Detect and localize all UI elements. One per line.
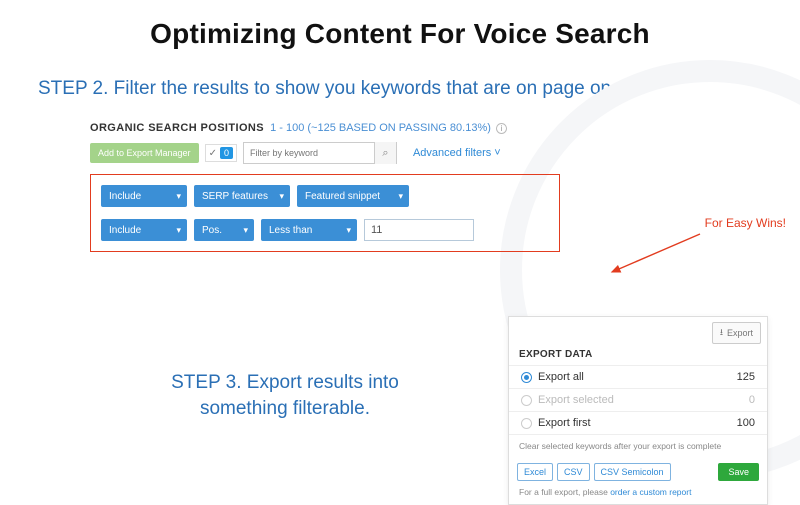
info-icon[interactable]: i xyxy=(496,123,507,134)
format-csv-semicolon-button[interactable]: CSV Semicolon xyxy=(594,463,671,481)
chevron-down-icon: ▾ xyxy=(176,225,181,236)
filter2-value-input[interactable] xyxy=(364,219,474,241)
filter2-mode[interactable]: Include▾ xyxy=(101,219,187,241)
count-badge: 0 xyxy=(220,147,233,159)
select-count-box[interactable]: ✓ 0 xyxy=(205,144,237,162)
export-selected-count: 0 xyxy=(749,394,755,406)
export-all-count: 125 xyxy=(737,371,755,383)
export-actions: Excel CSV CSV Semicolon Save xyxy=(509,458,767,487)
toolbar: Add to Export Manager ✓ 0 ⌕ Advanced fil… xyxy=(90,142,730,164)
export-all-label: Export all xyxy=(538,371,584,383)
filter-keyword-input[interactable] xyxy=(244,148,374,158)
page-title: Optimizing Content For Voice Search xyxy=(0,0,800,50)
add-to-export-button[interactable]: Add to Export Manager xyxy=(90,143,199,163)
filter1-mode[interactable]: Include▾ xyxy=(101,185,187,207)
export-panel: ⭳ Export EXPORT DATA Export all 125 Expo… xyxy=(508,316,768,505)
format-group: Excel CSV CSV Semicolon xyxy=(517,463,671,481)
export-footnote: For a full export, please order a custom… xyxy=(509,487,767,504)
filter-row-2: Include▾ Pos.▾ Less than▾ xyxy=(101,219,549,241)
export-first-label: Export first xyxy=(538,417,591,429)
custom-report-link[interactable]: order a custom report xyxy=(610,487,691,497)
advanced-filters-link[interactable]: Advanced filters ˅ xyxy=(413,147,501,159)
chevron-down-icon: ▾ xyxy=(398,191,403,202)
step-3-text: STEP 3. Export results into something fi… xyxy=(145,370,425,421)
save-button[interactable]: Save xyxy=(718,463,759,481)
filter1-field[interactable]: SERP features▾ xyxy=(194,185,290,207)
chevron-down-icon: ▾ xyxy=(279,191,284,202)
check-icon: ✓ xyxy=(209,148,217,159)
export-note: Clear selected keywords after your expor… xyxy=(509,434,767,458)
format-csv-button[interactable]: CSV xyxy=(557,463,590,481)
search-icon[interactable]: ⌕ xyxy=(374,142,396,164)
filter1-value[interactable]: Featured snippet▾ xyxy=(297,185,409,207)
export-option-all[interactable]: Export all 125 xyxy=(509,365,767,388)
export-option-first[interactable]: Export first 100 xyxy=(509,411,767,434)
export-first-count: 100 xyxy=(737,417,755,429)
download-icon: ⭳ xyxy=(720,325,723,341)
chevron-down-icon: ▾ xyxy=(243,225,248,236)
format-excel-button[interactable]: Excel xyxy=(517,463,553,481)
arrow-icon xyxy=(604,230,704,280)
organic-search-heading: ORGANIC SEARCH POSITIONS 1 - 100 (~125 B… xyxy=(90,122,730,134)
chevron-down-icon: ▾ xyxy=(346,225,351,236)
filter-keyword-wrapper: ⌕ xyxy=(243,142,397,164)
filter2-field[interactable]: Pos.▾ xyxy=(194,219,254,241)
filter2-operator[interactable]: Less than▾ xyxy=(261,219,357,241)
advanced-filters-label: Advanced filters xyxy=(413,147,491,159)
radio-icon xyxy=(521,418,532,429)
radio-icon xyxy=(521,372,532,383)
export-panel-top: ⭳ Export xyxy=(509,317,767,344)
chevron-down-icon: ▾ xyxy=(176,191,181,202)
filter-rules-box: Include▾ SERP features▾ Featured snippet… xyxy=(90,174,560,252)
osp-range: 1 - 100 (~125 BASED ON PASSING 80.13%) xyxy=(270,122,491,134)
radio-icon xyxy=(521,395,532,406)
filter-row-1: Include▾ SERP features▾ Featured snippet… xyxy=(101,185,549,207)
easy-wins-callout: For Easy Wins! xyxy=(705,216,786,230)
export-button[interactable]: ⭳ Export xyxy=(712,322,761,344)
chevron-down-icon: ˅ xyxy=(494,147,500,159)
callout-text: For Easy Wins! xyxy=(705,216,786,230)
export-title: EXPORT DATA xyxy=(509,344,767,365)
export-option-selected[interactable]: Export selected 0 xyxy=(509,388,767,411)
export-selected-label: Export selected xyxy=(538,394,614,406)
osp-label: ORGANIC SEARCH POSITIONS xyxy=(90,122,264,134)
